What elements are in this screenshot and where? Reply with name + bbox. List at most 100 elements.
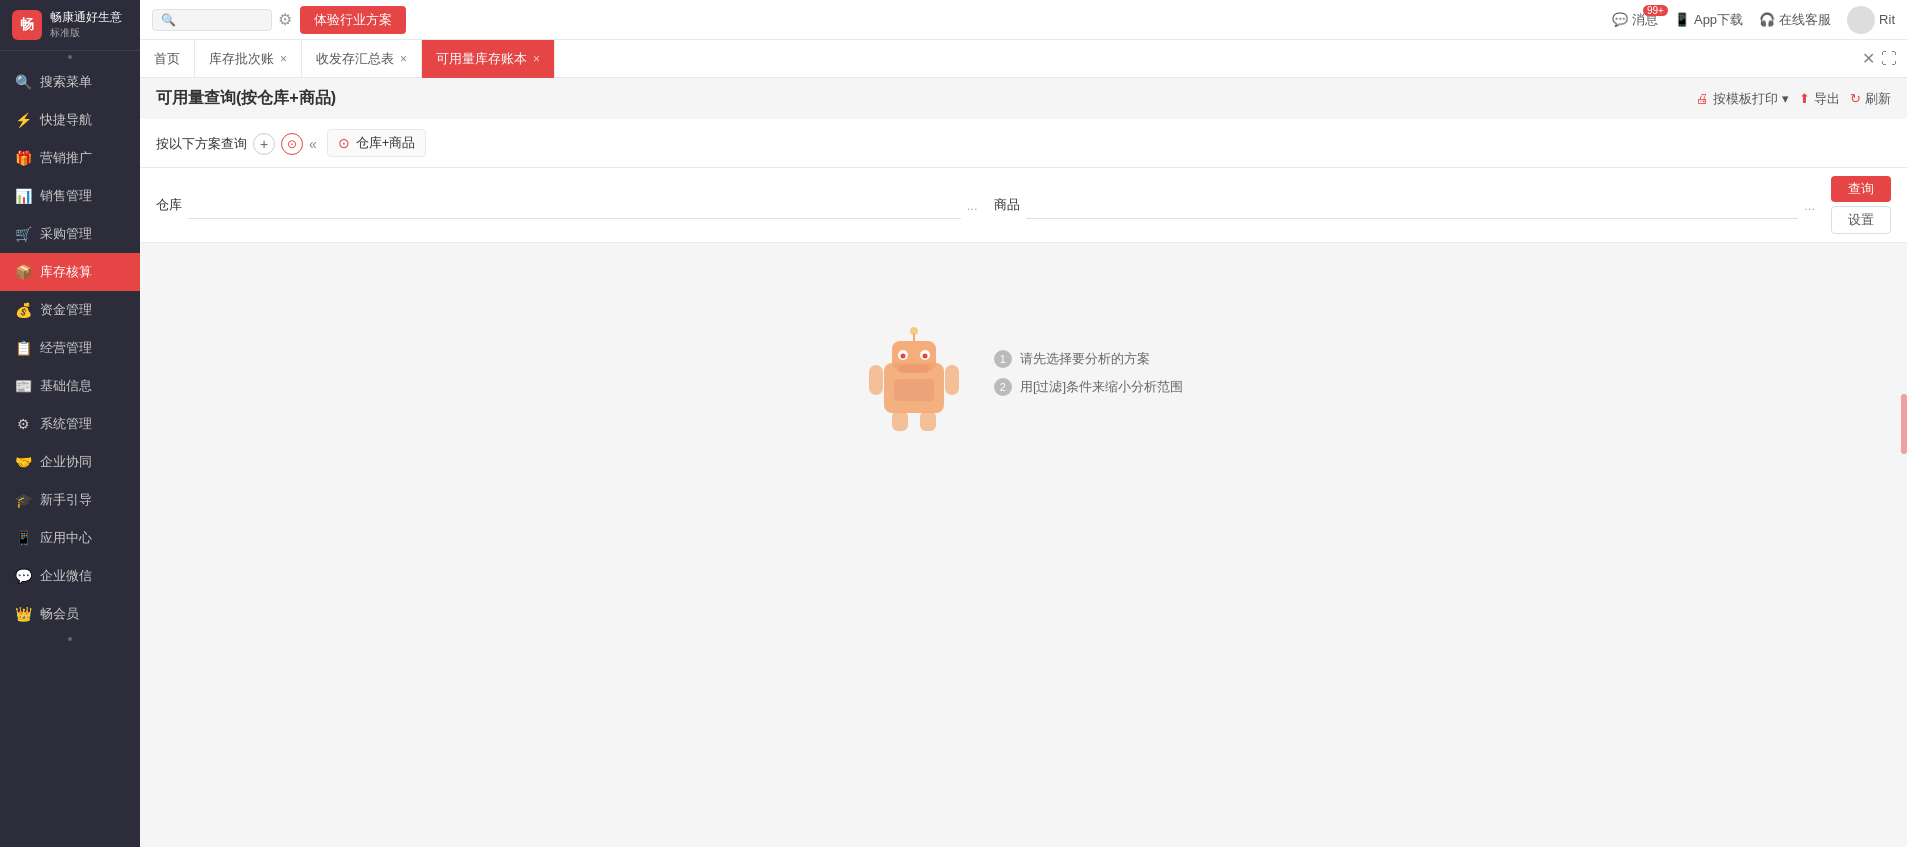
empty-state: 1 请先选择要分析的方案 2 用[过滤]条件来缩小分析范围 <box>140 243 1907 503</box>
tab-receive-summary-close[interactable]: × <box>400 52 407 66</box>
sidebar-item-system[interactable]: ⚙ 系统管理 <box>0 405 140 443</box>
sidebar-item-enterprise-wechat[interactable]: 💬 企业微信 <box>0 557 140 595</box>
svg-rect-11 <box>920 411 936 431</box>
sidebar-item-finance[interactable]: 💰 资金管理 <box>0 291 140 329</box>
tabs-bar: 首页 库存批次账 × 收发存汇总表 × 可用量库存账本 × ✕ ⛶ <box>140 40 1907 78</box>
warehouse-field: 仓库 ... <box>156 191 978 219</box>
query-btn[interactable]: 查询 <box>1831 176 1891 202</box>
main-container: 🔍 ⚙ 体验行业方案 💬 消息 99+ 📱 App下载 🎧 在线客服 Ri <box>140 0 1907 847</box>
tab-available-ledger[interactable]: 可用量库存账本 × <box>422 40 555 78</box>
message-badge: 99+ <box>1643 5 1668 16</box>
sales-icon: 📊 <box>14 187 32 205</box>
phone-icon: 📱 <box>1674 12 1690 27</box>
export-btn[interactable]: ⬆ 导出 <box>1799 90 1840 108</box>
purchase-icon: 🛒 <box>14 225 32 243</box>
sidebar-brand-name: 畅康通好生意 <box>50 10 122 26</box>
topbar-user[interactable]: Rit <box>1847 6 1895 34</box>
tab-receive-summary-label: 收发存汇总表 <box>316 50 394 68</box>
sidebar-item-label-app-center: 应用中心 <box>40 529 92 547</box>
sidebar-item-app-center[interactable]: 📱 应用中心 <box>0 519 140 557</box>
product-more-btn[interactable]: ... <box>1804 198 1815 213</box>
sidebar-item-label-search: 搜索菜单 <box>40 73 92 91</box>
warehouse-more-btn[interactable]: ... <box>967 198 978 213</box>
page-header-actions: 🖨 按模板打印 ▾ ⬆ 导出 ↻ 刷新 <box>1696 90 1891 108</box>
tab-receive-summary[interactable]: 收发存汇总表 × <box>302 40 422 78</box>
sidebar-item-label-onboarding: 新手引导 <box>40 491 92 509</box>
sidebar-item-label-basic-info: 基础信息 <box>40 377 92 395</box>
sidebar-item-shortcut[interactable]: ⚡ 快捷导航 <box>0 101 140 139</box>
topbar-app-download[interactable]: 📱 App下载 <box>1674 11 1743 29</box>
sidebar-item-label-inventory: 库存核算 <box>40 263 92 281</box>
warehouse-input[interactable] <box>188 191 961 219</box>
sidebar-item-purchase[interactable]: 🛒 采购管理 <box>0 215 140 253</box>
svg-rect-10 <box>892 411 908 431</box>
filter-scheme[interactable]: ⊙ 仓库+商品 <box>327 129 427 157</box>
svg-point-13 <box>910 327 918 335</box>
right-scrollbar[interactable] <box>1901 394 1907 454</box>
sidebar-item-basic-info[interactable]: 📰 基础信息 <box>0 367 140 405</box>
sidebar-item-marketing[interactable]: 🎁 营销推广 <box>0 139 140 177</box>
message-icon: 💬 <box>1612 12 1628 27</box>
settings-btn[interactable]: 设置 <box>1831 206 1891 234</box>
app-download-label: App下载 <box>1694 11 1743 29</box>
topbar-search-area: 🔍 ⚙ <box>152 9 292 31</box>
sidebar-item-label-operations: 经营管理 <box>40 339 92 357</box>
sidebar-item-label-shortcut: 快捷导航 <box>40 111 92 129</box>
topbar-message[interactable]: 💬 消息 99+ <box>1612 11 1658 29</box>
sidebar-item-inventory[interactable]: 📦 库存核算 <box>0 253 140 291</box>
tab-maximize-btn[interactable]: ⛶ <box>1881 50 1897 68</box>
tip-text-2: 用[过滤]条件来缩小分析范围 <box>1020 378 1183 396</box>
tab-batch-accounts[interactable]: 库存批次账 × <box>195 40 302 78</box>
tabs-actions: ✕ ⛶ <box>1852 49 1907 68</box>
app-center-icon: 📱 <box>14 529 32 547</box>
print-dropdown-icon: ▾ <box>1782 91 1789 106</box>
tab-batch-accounts-label: 库存批次账 <box>209 50 274 68</box>
filter-label-section: 按以下方案查询 + ⊙ « <box>156 129 317 155</box>
product-field: 商品 ... <box>994 191 1816 219</box>
page-header: 可用量查询(按仓库+商品) 🖨 按模板打印 ▾ ⬆ 导出 ↻ 刷新 <box>140 78 1907 119</box>
sidebar-item-label-purchase: 采购管理 <box>40 225 92 243</box>
sidebar-item-sales[interactable]: 📊 销售管理 <box>0 177 140 215</box>
system-icon: ⚙ <box>14 415 32 433</box>
tab-available-ledger-close[interactable]: × <box>533 52 540 66</box>
sidebar-item-search[interactable]: 🔍 搜索菜单 <box>0 63 140 101</box>
export-label: 导出 <box>1814 90 1840 108</box>
svg-rect-7 <box>894 379 934 401</box>
svg-rect-9 <box>945 365 959 395</box>
finance-icon: 💰 <box>14 301 32 319</box>
tab-batch-accounts-close[interactable]: × <box>280 52 287 66</box>
print-icon: 🖨 <box>1696 91 1709 106</box>
topbar-right: 💬 消息 99+ 📱 App下载 🎧 在线客服 Rit <box>1612 6 1895 34</box>
customer-service-label: 在线客服 <box>1779 11 1831 29</box>
operations-icon: 📋 <box>14 339 32 357</box>
topbar-search-box[interactable]: 🔍 <box>152 9 272 31</box>
experience-btn[interactable]: 体验行业方案 <box>300 6 406 34</box>
search-icon-topbar: 🔍 <box>161 13 176 27</box>
refresh-btn[interactable]: ↻ 刷新 <box>1850 90 1891 108</box>
warehouse-label: 仓库 <box>156 196 182 214</box>
onboarding-icon: 🎓 <box>14 491 32 509</box>
sidebar-item-onboarding[interactable]: 🎓 新手引导 <box>0 481 140 519</box>
product-input[interactable] <box>1026 191 1799 219</box>
filter-settings-btn[interactable]: ⊙ <box>281 133 303 155</box>
sidebar-item-label-sales: 销售管理 <box>40 187 92 205</box>
page-content: 可用量查询(按仓库+商品) 🖨 按模板打印 ▾ ⬆ 导出 ↻ 刷新 <box>140 78 1907 847</box>
print-label: 按模板打印 <box>1713 90 1778 108</box>
gear-icon[interactable]: ⚙ <box>278 10 292 29</box>
tab-home[interactable]: 首页 <box>140 40 195 78</box>
filter-add-btn[interactable]: + <box>253 133 275 155</box>
filter-collapse-btn[interactable]: « <box>309 136 317 152</box>
sidebar-item-operations[interactable]: 📋 经营管理 <box>0 329 140 367</box>
filter-panel: 按以下方案查询 + ⊙ « ⊙ 仓库+商品 <box>140 119 1907 168</box>
topbar-customer-service[interactable]: 🎧 在线客服 <box>1759 11 1831 29</box>
refresh-label: 刷新 <box>1865 90 1891 108</box>
sidebar-brand-tag: 标准版 <box>50 26 122 40</box>
sidebar-item-member[interactable]: 👑 畅会员 <box>0 595 140 633</box>
sidebar-item-enterprise[interactable]: 🤝 企业协同 <box>0 443 140 481</box>
print-template-btn[interactable]: 🖨 按模板打印 ▾ <box>1696 90 1789 108</box>
tab-close-window-btn[interactable]: ✕ <box>1862 49 1875 68</box>
svg-point-4 <box>900 354 905 359</box>
shortcut-icon: ⚡ <box>14 111 32 129</box>
sidebar-item-label-enterprise-wechat: 企业微信 <box>40 567 92 585</box>
sidebar-nav: 🔍 搜索菜单 ⚡ 快捷导航 🎁 营销推广 📊 销售管理 🛒 采购管理 📦 库存核… <box>0 51 140 847</box>
